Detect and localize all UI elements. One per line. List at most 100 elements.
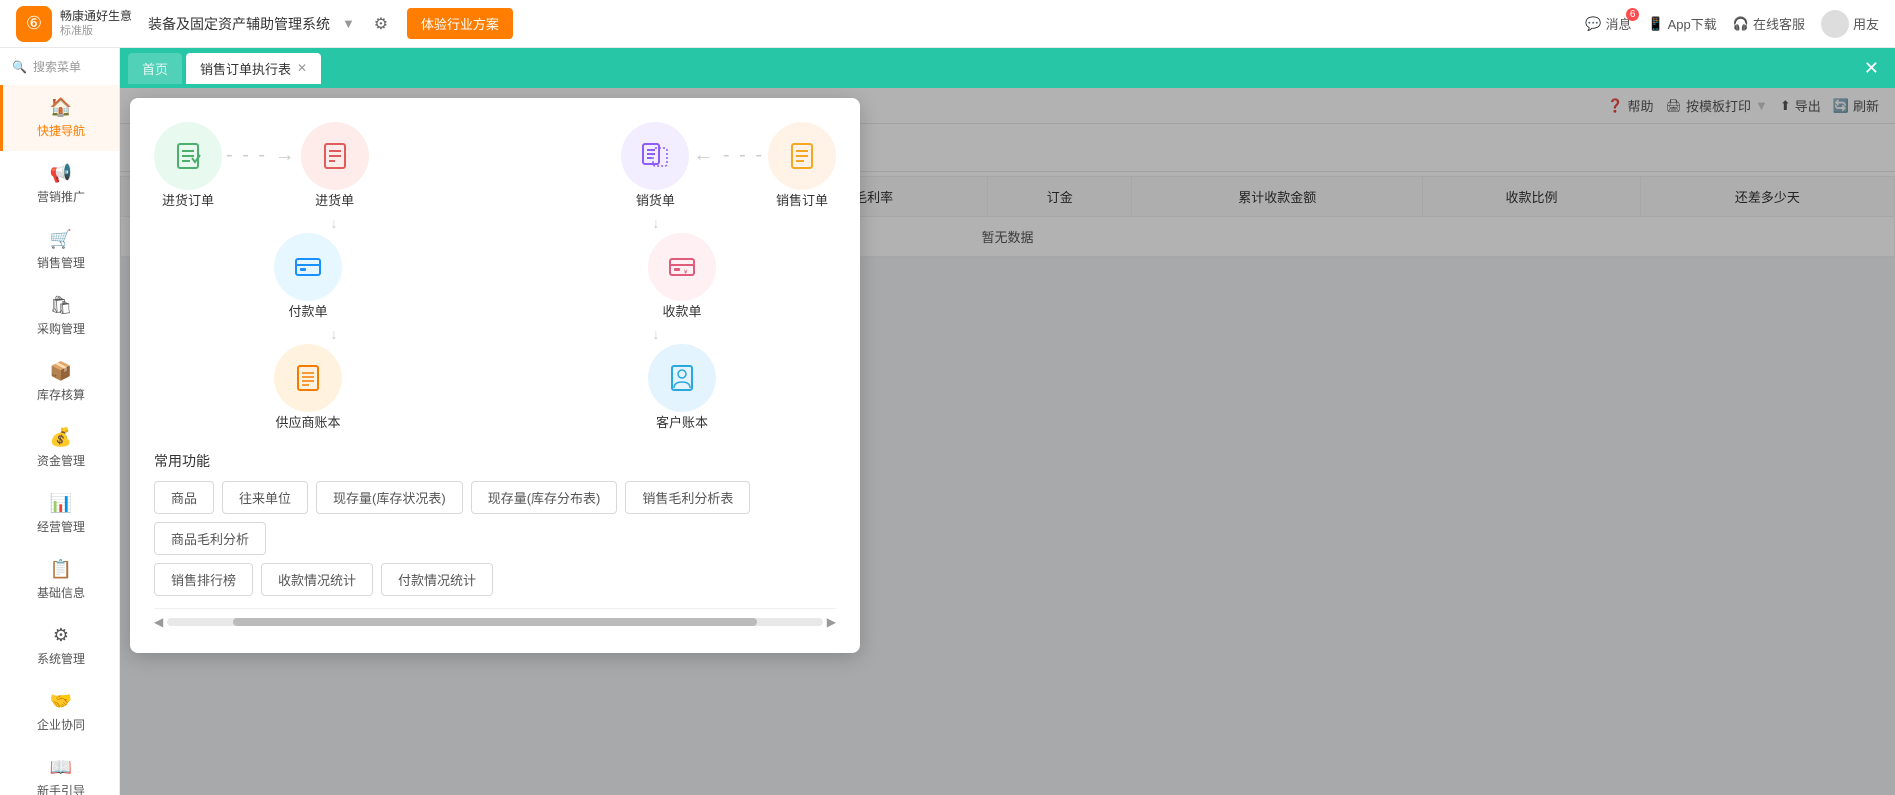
logo-text: 畅康通好生意 标准版 — [60, 9, 132, 39]
sidebar-item-inventory[interactable]: 📦 库存核算 — [0, 349, 119, 415]
receipt-label: 收款单 — [662, 301, 701, 320]
sidebar-item-operations[interactable]: 📊 经营管理 — [0, 481, 119, 547]
btn-sales-gross[interactable]: 销售毛利分析表 — [625, 481, 750, 514]
customer-ledger-col: 客户账本 — [648, 344, 716, 431]
sidebar: 🔍 搜索菜单 🏠 快捷导航 📢 营销推广 🛒 销售管理 🛍 采购管理 📦 — [0, 48, 120, 795]
system-icon: ⚙ — [53, 625, 69, 646]
overlay[interactable]: 进货订单 - - - → — [120, 88, 1895, 795]
purchase-icon: 🛍 — [50, 295, 73, 316]
app-container: ⑥ 畅康通好生意 标准版 装备及固定资产辅助管理系统 ▼ ⚙ 体验行业方案 💬 … — [0, 0, 1895, 795]
inventory-icon: 📦 — [50, 361, 72, 382]
sales-bill-col: 销货单 — [621, 122, 689, 209]
supplier-ledger-node[interactable] — [274, 344, 342, 412]
logo-area: ⑥ 畅康通好生意 标准版 — [16, 6, 136, 42]
flow-section: 进货订单 - - - → — [154, 122, 836, 431]
btn-goods-gross[interactable]: 商品毛利分析 — [154, 522, 266, 555]
user-avatar[interactable]: 用友 — [1821, 10, 1879, 38]
receipt-node[interactable]: ¥ — [648, 233, 716, 301]
scroll-thumb — [233, 618, 757, 626]
tab-bar: 首页 销售订单执行表 ✕ ✕ — [120, 48, 1895, 88]
top-header: ⑥ 畅康通好生意 标准版 装备及固定资产辅助管理系统 ▼ ⚙ 体验行业方案 💬 … — [0, 0, 1895, 48]
sidebar-item-quick-nav[interactable]: 🏠 快捷导航 — [0, 85, 119, 151]
content-area: 首页 销售订单执行表 ✕ ✕ ❓ 帮助 — [120, 48, 1895, 795]
btn-goods[interactable]: 商品 — [154, 481, 214, 514]
sidebar-item-finance[interactable]: 💰 资金管理 — [0, 415, 119, 481]
purchase-order-col: 进货订单 — [154, 122, 222, 209]
avatar-circle — [1821, 10, 1849, 38]
app-icon: 📱 — [1647, 16, 1663, 32]
btn-receipt-stats[interactable]: 收款情况统计 — [261, 563, 373, 596]
btn-sales-rank[interactable]: 销售排行榜 — [154, 563, 253, 596]
header-right: 💬 消息 6 📱 App下载 🎧 在线客服 用友 — [1585, 10, 1879, 38]
arrow-down-3: ↓ — [331, 326, 338, 342]
common-buttons-row1: 商品 往来单位 现存量(库存状况表) 现存量(库存分布表) 销售毛利分析表 商品… — [154, 481, 836, 555]
sales-icon: 🛒 — [50, 229, 72, 250]
scroll-right-arrow[interactable]: ▶ — [827, 615, 836, 629]
supplier-ledger-col: 供应商账本 — [274, 344, 342, 431]
basic-icon: 📋 — [50, 559, 72, 580]
purchase-order-label: 进货订单 — [162, 190, 214, 209]
experience-btn[interactable]: 体验行业方案 — [407, 8, 513, 39]
sales-bill-node[interactable] — [621, 122, 689, 190]
message-button[interactable]: 💬 消息 6 — [1585, 14, 1631, 33]
tab-home[interactable]: 首页 — [128, 53, 182, 84]
purchase-bill-node[interactable] — [301, 122, 369, 190]
title-arrow-icon[interactable]: ▼ — [342, 16, 355, 31]
tab-bar-close-btn[interactable]: ✕ — [1856, 58, 1887, 79]
message-icon: 💬 — [1585, 16, 1601, 32]
service-icon: 🎧 — [1733, 16, 1749, 32]
search-icon: 🔍 — [12, 60, 27, 74]
home-icon: 🏠 — [50, 97, 72, 118]
finance-icon: 💰 — [50, 427, 72, 448]
supplier-ledger-label: 供应商账本 — [275, 412, 340, 431]
sidebar-item-guide[interactable]: 📖 新手引导 — [0, 745, 119, 795]
btn-payment-stats[interactable]: 付款情况统计 — [381, 563, 493, 596]
sales-bill-down: ↓ — [596, 213, 716, 233]
common-buttons-row2: 销售排行榜 收款情况统计 付款情况统计 — [154, 563, 836, 596]
purchase-bill-label: 进货单 — [315, 190, 354, 209]
scroll-track[interactable] — [167, 618, 823, 626]
arrow-down-4: ↓ — [653, 326, 660, 342]
enterprise-icon: 🤝 — [50, 691, 72, 712]
sales-order-label: 销售订单 — [776, 190, 828, 209]
payment-node[interactable] — [274, 233, 342, 301]
common-title: 常用功能 — [154, 451, 836, 471]
system-title: 装备及固定资产辅助管理系统 — [148, 14, 330, 34]
btn-stock-status[interactable]: 现存量(库存状况表) — [316, 481, 463, 514]
settings-button[interactable]: ⚙ — [367, 10, 395, 38]
sidebar-item-system[interactable]: ⚙ 系统管理 — [0, 613, 119, 679]
arrow-down-1: ↓ — [331, 215, 338, 231]
sidebar-item-sales[interactable]: 🛒 销售管理 — [0, 217, 119, 283]
purchase-bill-col: 进货单 — [301, 122, 369, 209]
purchase-bill-down: ↓ — [274, 213, 394, 233]
online-service-button[interactable]: 🎧 在线客服 — [1733, 14, 1805, 33]
tab-sales-order[interactable]: 销售订单执行表 ✕ — [186, 53, 321, 84]
popup-dialog: 进货订单 - - - → — [130, 98, 860, 653]
btn-partners[interactable]: 往来单位 — [222, 481, 308, 514]
sales-order-col: 销售订单 — [768, 122, 836, 209]
sidebar-search[interactable]: 🔍 搜索菜单 — [0, 48, 119, 85]
arrow-h-2: ← - - - — [693, 144, 764, 167]
marketing-icon: 📢 — [50, 163, 72, 184]
sidebar-item-marketing[interactable]: 📢 营销推广 — [0, 151, 119, 217]
operations-icon: 📊 — [50, 493, 72, 514]
sales-bill-label: 销货单 — [636, 190, 675, 209]
scroll-left-arrow[interactable]: ◀ — [154, 615, 163, 629]
purchase-order-node[interactable] — [154, 122, 222, 190]
main-area: 🔍 搜索菜单 🏠 快捷导航 📢 营销推广 🛒 销售管理 🛍 采购管理 📦 — [0, 48, 1895, 795]
receipt-col: ¥ 收款单 — [648, 233, 716, 320]
customer-ledger-node[interactable] — [648, 344, 716, 412]
arrow-h-1: - - - → — [226, 144, 297, 167]
message-badge: 6 — [1626, 8, 1640, 21]
tab-close-icon[interactable]: ✕ — [297, 61, 307, 75]
sidebar-item-enterprise[interactable]: 🤝 企业协同 — [0, 679, 119, 745]
arrow-down-2: ↓ — [653, 215, 660, 231]
logo-icon: ⑥ — [16, 6, 52, 42]
payment-col: 付款单 — [274, 233, 342, 320]
sidebar-item-purchase[interactable]: 🛍 采购管理 — [0, 283, 119, 349]
btn-stock-dist[interactable]: 现存量(库存分布表) — [471, 481, 618, 514]
app-download-button[interactable]: 📱 App下载 — [1647, 14, 1716, 33]
sidebar-item-basic[interactable]: 📋 基础信息 — [0, 547, 119, 613]
popup-scroll: ◀ ▶ — [154, 608, 836, 629]
sales-order-node[interactable] — [768, 122, 836, 190]
